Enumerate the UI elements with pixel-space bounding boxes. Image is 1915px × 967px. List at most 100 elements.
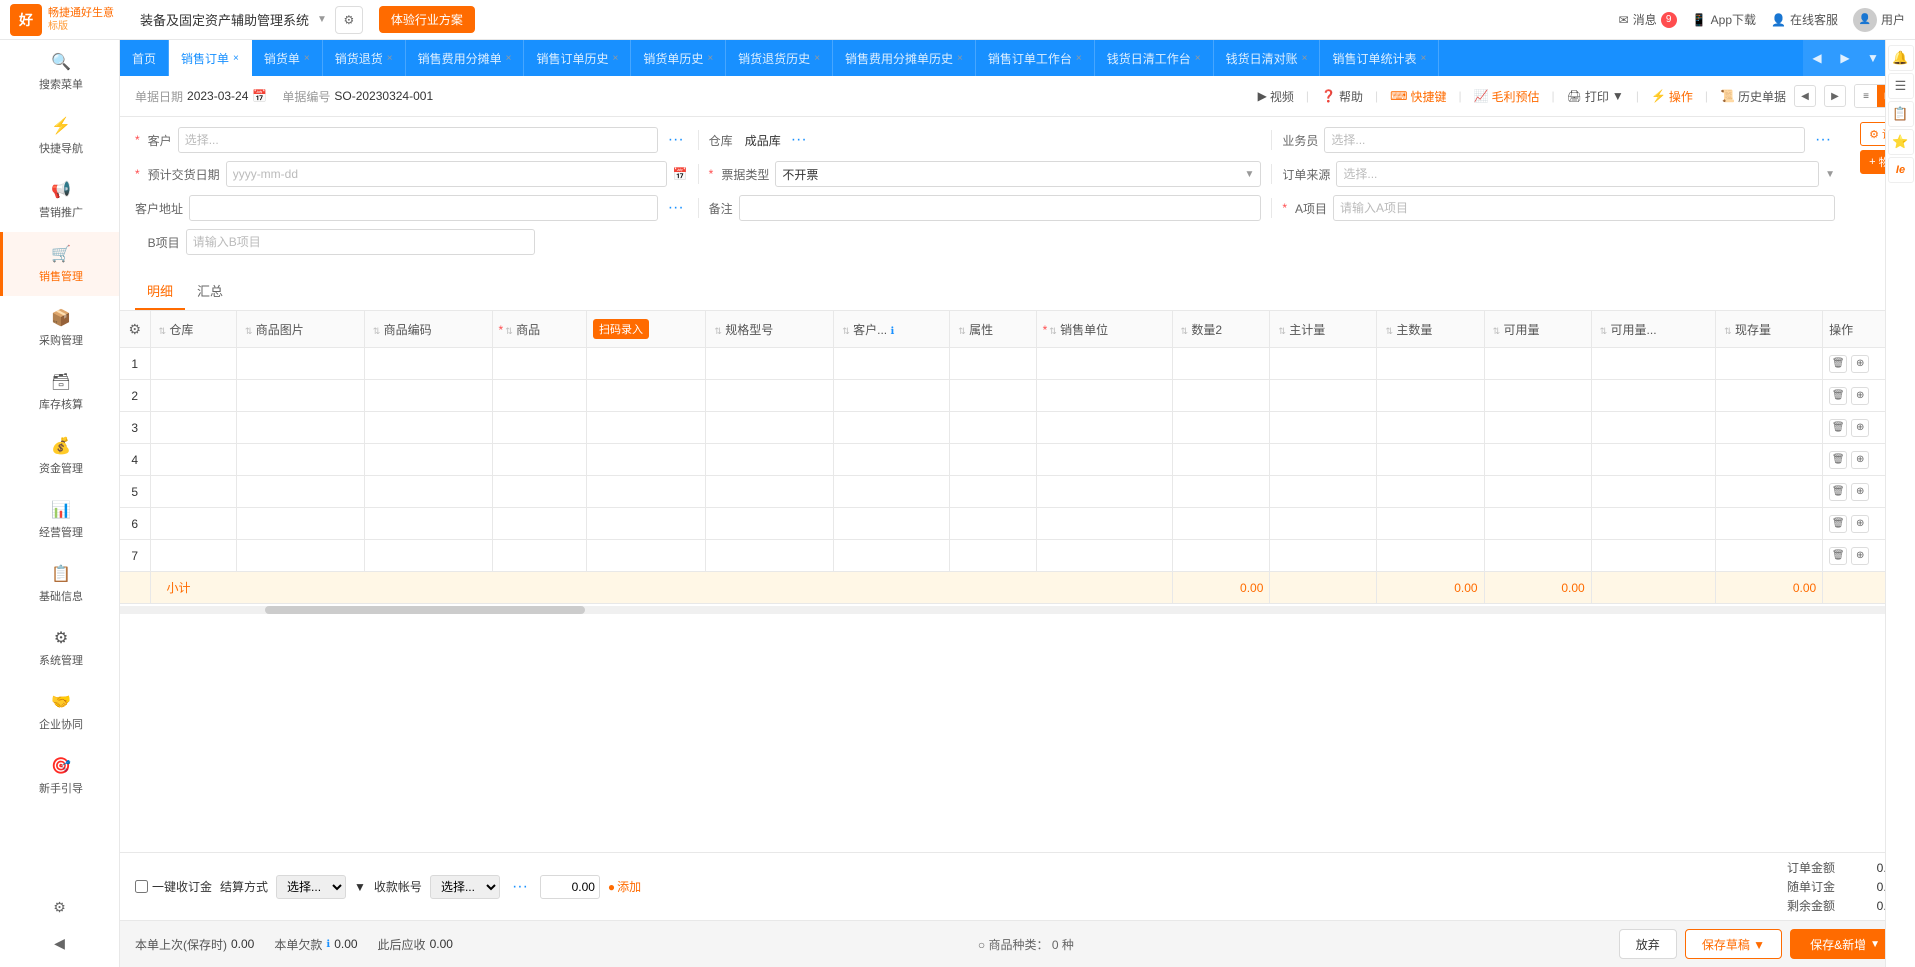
user-btn[interactable]: 👤 用户 bbox=[1853, 8, 1905, 32]
tab-sales-return[interactable]: 销货退货 × bbox=[323, 40, 406, 76]
tab-prev-btn[interactable]: ◀ bbox=[1803, 40, 1831, 76]
copy-row-3[interactable]: ⊕ bbox=[1851, 419, 1869, 437]
copy-row-1[interactable]: ⊕ bbox=[1851, 355, 1869, 373]
system-dropdown-arrow[interactable]: ▼ bbox=[317, 14, 327, 25]
customer-input[interactable] bbox=[178, 127, 658, 153]
account-more-btn[interactable]: ··· bbox=[508, 878, 532, 896]
copy-row-5[interactable]: ⊕ bbox=[1851, 483, 1869, 501]
b-project-input[interactable] bbox=[186, 229, 535, 255]
tab-cash-reconcile-close[interactable]: × bbox=[1302, 53, 1308, 64]
right-panel-bell[interactable]: 🔔 bbox=[1888, 45, 1914, 71]
tab-next-btn[interactable]: ▶ bbox=[1831, 40, 1859, 76]
discard-btn[interactable]: 放弃 bbox=[1619, 929, 1677, 959]
save-new-btn[interactable]: 保存&新增 ▼ bbox=[1790, 929, 1900, 959]
tab-order-history[interactable]: 销售订单历史 × bbox=[524, 40, 631, 76]
print-action[interactable]: 🖨 打印 ▼ bbox=[1567, 88, 1624, 105]
next-record-btn[interactable]: ▶ bbox=[1824, 85, 1846, 107]
tab-cash-workbench-close[interactable]: × bbox=[1195, 53, 1201, 64]
tab-summary[interactable]: 汇总 bbox=[185, 273, 235, 310]
tab-sales-invoice-close[interactable]: × bbox=[304, 53, 310, 64]
list-view-btn[interactable]: ≡ bbox=[1855, 85, 1877, 107]
scan-btn[interactable]: 扫码录入 bbox=[593, 319, 649, 339]
copy-row-7[interactable]: ⊕ bbox=[1851, 547, 1869, 565]
history-action[interactable]: 📜 历史单据 bbox=[1720, 88, 1786, 105]
calendar-icon[interactable]: 📅 bbox=[673, 167, 688, 181]
tab-home[interactable]: 首页 bbox=[120, 40, 169, 76]
sidebar-item-sales[interactable]: 🛒 销售管理 bbox=[0, 232, 119, 296]
tab-more-btn[interactable]: ▼ bbox=[1859, 40, 1887, 76]
tab-fee-split-close[interactable]: × bbox=[506, 53, 512, 64]
online-service-btn[interactable]: 👤 在线客服 bbox=[1771, 11, 1838, 28]
current-due-info[interactable]: ℹ bbox=[326, 939, 330, 950]
tab-sales-invoice[interactable]: 销货单 × bbox=[252, 40, 323, 76]
notes-input[interactable] bbox=[739, 195, 1262, 221]
tab-fee-split[interactable]: 销售费用分摊单 × bbox=[406, 40, 525, 76]
tab-sales-order[interactable]: 销售订单 × bbox=[169, 40, 252, 76]
customer-more-btn[interactable]: ··· bbox=[664, 131, 688, 149]
delete-row-6[interactable]: 🗑 bbox=[1829, 515, 1847, 533]
tab-invoice-history[interactable]: 销货单历史 × bbox=[631, 40, 726, 76]
delivery-date-input[interactable] bbox=[226, 161, 667, 187]
sidebar-item-newbie[interactable]: 🎯 新手引导 bbox=[0, 744, 119, 808]
tab-return-history[interactable]: 销货退货历史 × bbox=[726, 40, 833, 76]
deposit-amount[interactable] bbox=[540, 875, 600, 899]
tab-return-history-close[interactable]: × bbox=[814, 53, 820, 64]
warehouse-more-btn[interactable]: ··· bbox=[787, 131, 811, 149]
app-download-btn[interactable]: 📱 App下载 bbox=[1692, 11, 1756, 28]
right-panel-clipboard[interactable]: 📋 bbox=[1888, 101, 1914, 127]
order-source-input[interactable] bbox=[1336, 161, 1819, 187]
address-input[interactable] bbox=[189, 195, 658, 221]
copy-row-2[interactable]: ⊕ bbox=[1851, 387, 1869, 405]
sidebar-collapse-btn[interactable]: ◀ bbox=[46, 929, 74, 957]
address-more-btn[interactable]: ··· bbox=[664, 199, 688, 217]
view-action[interactable]: ▶ 视频 bbox=[1258, 88, 1294, 105]
system-settings-btn[interactable]: ⚙ bbox=[335, 6, 363, 34]
sidebar-item-purchase[interactable]: 📦 采购管理 bbox=[0, 296, 119, 360]
delete-row-1[interactable]: 🗑 bbox=[1829, 355, 1847, 373]
delete-row-4[interactable]: 🗑 bbox=[1829, 451, 1847, 469]
copy-row-4[interactable]: ⊕ bbox=[1851, 451, 1869, 469]
industry-btn[interactable]: 体验行业方案 bbox=[379, 6, 475, 33]
sidebar-item-enterprise[interactable]: 🤝 企业协同 bbox=[0, 680, 119, 744]
add-btn[interactable]: ● 添加 bbox=[608, 878, 641, 895]
deposit-checkbox-label[interactable]: 一键收订金 bbox=[135, 878, 212, 895]
sidebar-item-basic[interactable]: 📋 基础信息 bbox=[0, 552, 119, 616]
right-panel-ie[interactable]: Ie bbox=[1888, 157, 1914, 183]
tab-order-history-close[interactable]: × bbox=[612, 53, 618, 64]
account-select[interactable]: 选择... bbox=[430, 875, 500, 899]
tab-cash-reconcile[interactable]: 钱货日清对账 × bbox=[1214, 40, 1321, 76]
operation-action[interactable]: ⚡ 操作 bbox=[1651, 88, 1693, 105]
right-panel-star[interactable]: ⭐ bbox=[1888, 129, 1914, 155]
table-scrollbar[interactable] bbox=[120, 606, 1915, 614]
sidebar-item-inventory[interactable]: 🗃 库存核算 bbox=[0, 360, 119, 424]
sidebar-item-operations[interactable]: 📊 经营管理 bbox=[0, 488, 119, 552]
save-draft-btn[interactable]: 保存草稿 ▼ bbox=[1685, 929, 1782, 959]
deposit-checkbox[interactable] bbox=[135, 880, 148, 893]
col-settings-icon[interactable]: ⚙ bbox=[128, 321, 141, 338]
delete-row-2[interactable]: 🗑 bbox=[1829, 387, 1847, 405]
tab-detail[interactable]: 明细 bbox=[135, 273, 185, 310]
payment-method-select[interactable]: 选择... bbox=[276, 875, 346, 899]
prev-record-btn[interactable]: ◀ bbox=[1794, 85, 1816, 107]
salesperson-more-btn[interactable]: ··· bbox=[1811, 131, 1835, 149]
tab-order-workbench-close[interactable]: × bbox=[1076, 53, 1082, 64]
message-btn[interactable]: ✉ 消息 9 bbox=[1619, 11, 1677, 28]
help-action[interactable]: ❓ 帮助 bbox=[1321, 88, 1363, 105]
a-project-input[interactable] bbox=[1333, 195, 1835, 221]
delete-row-5[interactable]: 🗑 bbox=[1829, 483, 1847, 501]
tab-sales-order-close[interactable]: × bbox=[233, 53, 239, 64]
sidebar-item-guide[interactable]: ⚡ 快捷导航 bbox=[0, 104, 119, 168]
copy-row-6[interactable]: ⊕ bbox=[1851, 515, 1869, 533]
profit-action[interactable]: 📈 毛利预估 bbox=[1474, 88, 1540, 105]
delete-row-3[interactable]: 🗑 bbox=[1829, 419, 1847, 437]
tab-fee-history[interactable]: 销售费用分摊单历史 × bbox=[833, 40, 976, 76]
sidebar-item-system[interactable]: ⚙ 系统管理 bbox=[0, 616, 119, 680]
tab-sales-stats[interactable]: 销售订单统计表 × bbox=[1320, 40, 1439, 76]
invoice-select[interactable]: 不开票 ▼ bbox=[775, 161, 1261, 187]
tab-sales-return-close[interactable]: × bbox=[387, 53, 393, 64]
tab-invoice-history-close[interactable]: × bbox=[707, 53, 713, 64]
sidebar-item-marketing[interactable]: 📢 营销推广 bbox=[0, 168, 119, 232]
tab-fee-history-close[interactable]: × bbox=[957, 53, 963, 64]
sidebar-item-finance[interactable]: 💰 资金管理 bbox=[0, 424, 119, 488]
right-panel-list[interactable]: ☰ bbox=[1888, 73, 1914, 99]
